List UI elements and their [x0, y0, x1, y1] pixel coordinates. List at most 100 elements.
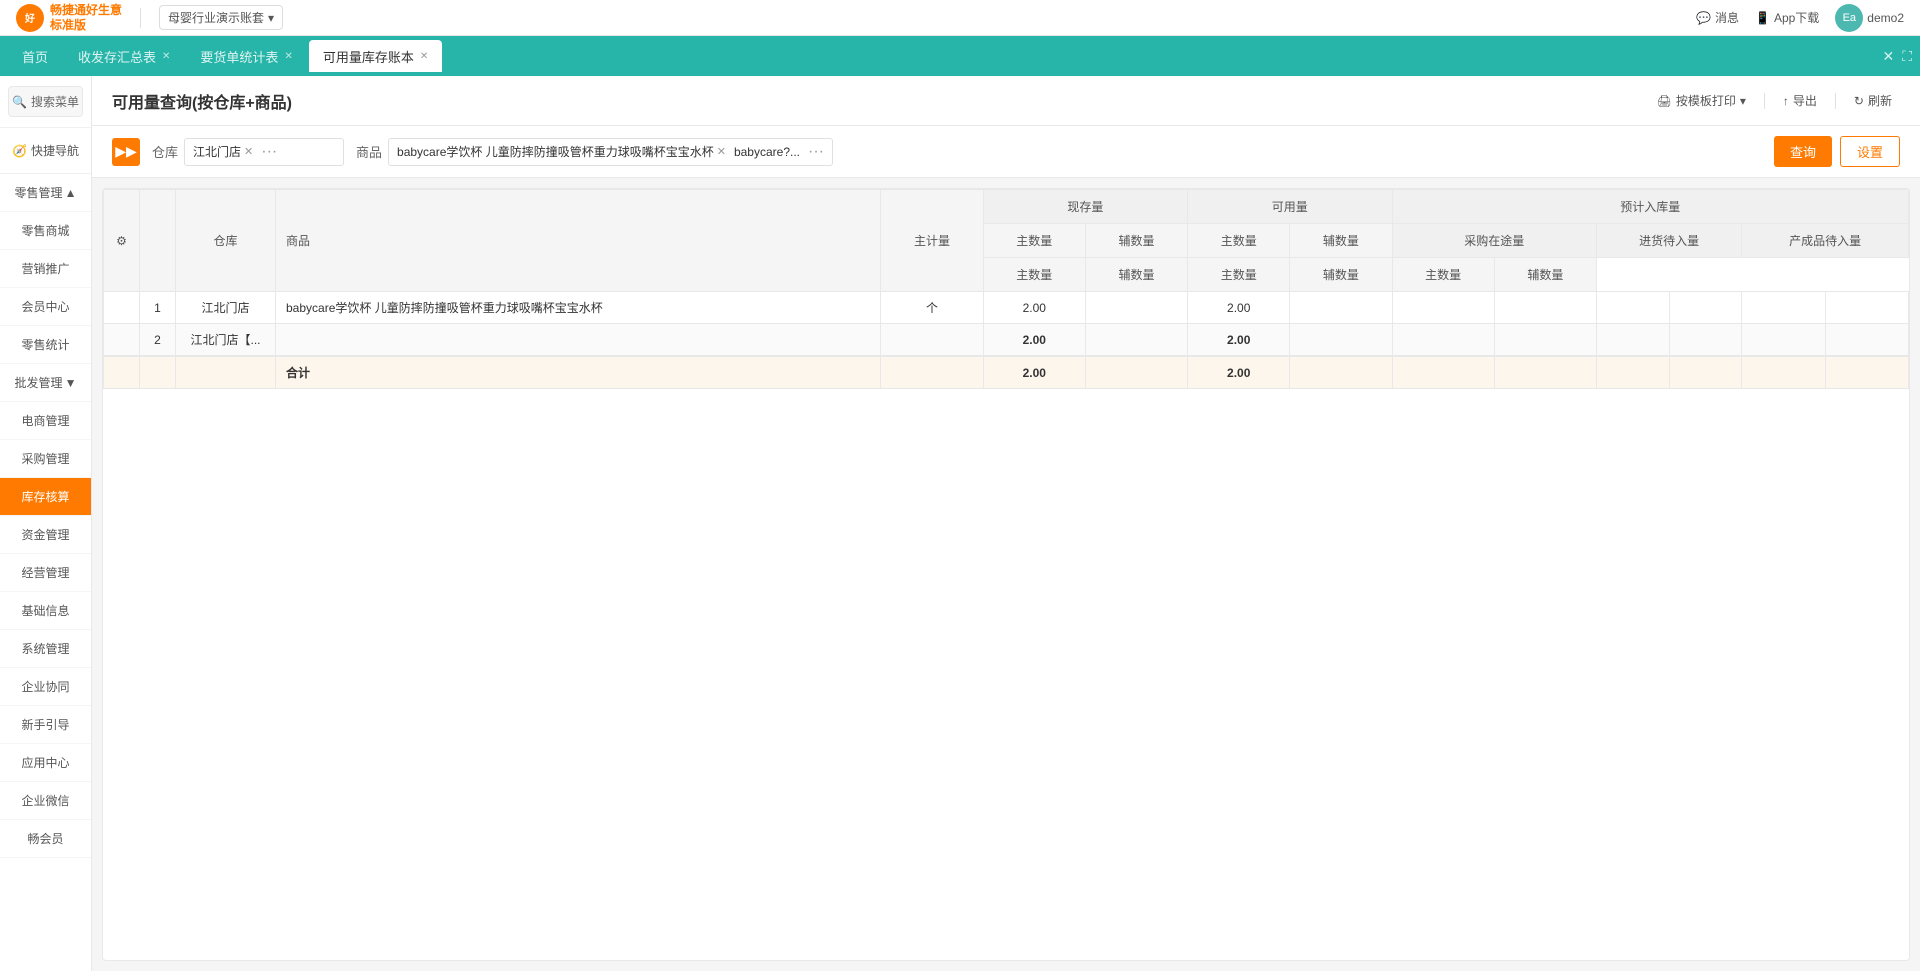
th-avail-main: 主数量 — [1188, 224, 1290, 258]
th-estimated-inbound: 预计入库量 — [1392, 190, 1908, 224]
th-inc-main: 主数量 — [1188, 258, 1290, 292]
template-print-button[interactable]: 🖨 按模板打印 ▾ — [1649, 88, 1754, 113]
page-title: 可用量查询(按仓库+商品) — [112, 89, 292, 113]
tab-close-icon[interactable]: ✕ — [162, 51, 170, 62]
td-fin-main — [1742, 292, 1825, 324]
avatar: Ea — [1835, 4, 1863, 32]
dropdown-icon: ▾ — [1740, 94, 1746, 108]
th-procurement: 采购在途量 — [1392, 224, 1596, 258]
td-fin-aux — [1825, 292, 1908, 324]
th-fin-aux: 辅数量 — [1494, 258, 1596, 292]
td-avail-main: 2.00 — [1188, 324, 1290, 357]
table-footer-row: 合计 2.00 2.00 — [104, 356, 1909, 389]
content-area: 可用量查询(按仓库+商品) 🖨 按模板打印 ▾ ↑ 导出 ↻ 刷新 — [92, 76, 1920, 971]
arrow-icon: ▼ — [65, 376, 77, 390]
td-warehouse: 江北门店 — [176, 292, 276, 324]
sidebar-item-inventory-check[interactable]: 库存核算 — [0, 478, 91, 516]
sidebar-item-member[interactable]: 畅会员 — [0, 820, 91, 858]
more-options-icon[interactable]: ··· — [808, 143, 824, 161]
td-fin-aux — [1825, 324, 1908, 357]
sidebar-item-member-center[interactable]: 会员中心 — [0, 288, 91, 326]
sidebar-item-app-center[interactable]: 应用中心 — [0, 744, 91, 782]
user-action[interactable]: Ea demo2 — [1835, 4, 1904, 32]
top-bar-right: 💬 消息 📱 App下载 Ea demo2 — [1696, 4, 1904, 32]
logo-icon: 好 — [16, 4, 44, 32]
setting-button[interactable]: 设置 — [1840, 136, 1900, 167]
page-header: 可用量查询(按仓库+商品) 🖨 按模板打印 ▾ ↑ 导出 ↻ 刷新 — [92, 76, 1920, 126]
sidebar-item-retail-shop[interactable]: 零售商城 — [0, 212, 91, 250]
sidebar-item-wholesale-mgmt[interactable]: 批发管理 ▼ — [0, 364, 91, 402]
td-inc-aux — [1669, 292, 1742, 324]
sidebar-item-purchase-mgmt[interactable]: 采购管理 — [0, 440, 91, 478]
product-input[interactable]: babycare学饮杯 儿童防摔防撞吸管杯重力球吸嘴杯宝宝水杯 ✕ babyca… — [388, 138, 833, 166]
sidebar-item-basic-info[interactable]: 基础信息 — [0, 592, 91, 630]
td-footer-avail-main: 2.00 — [1188, 356, 1290, 389]
td-fin-main — [1742, 324, 1825, 357]
close-window-btn[interactable]: ✕ — [1882, 48, 1894, 65]
tab-close-icon[interactable]: ✕ — [284, 51, 292, 62]
search-menu-button[interactable]: 🔍 搜索菜单 — [8, 86, 83, 117]
sidebar-quick-nav-area: 🧭 快捷导航 — [0, 128, 91, 174]
warehouse-input[interactable]: 江北门店 ✕ ··· — [184, 138, 344, 166]
filter-actions: 查询 设置 — [1774, 136, 1900, 167]
sidebar-item-new-guide[interactable]: 新手引导 — [0, 706, 91, 744]
tab-order-stats[interactable]: 要货单统计表 ✕ — [186, 40, 306, 72]
arrow-icon: ▲ — [65, 186, 77, 200]
sidebar-item-retail-mgmt[interactable]: 零售管理 ▲ — [0, 174, 91, 212]
table-header-row-1: ⚙ 仓库 商品 主计量 现存量 可用量 预计入库量 — [104, 190, 1909, 224]
td-main-unit: 个 — [881, 292, 983, 324]
sidebar-item-enterprise-collab[interactable]: 企业协同 — [0, 668, 91, 706]
sidebar-item-retail-stats[interactable]: 零售统计 — [0, 326, 91, 364]
th-proc-aux: 辅数量 — [1085, 258, 1187, 292]
th-main-unit: 主计量 — [881, 190, 983, 292]
sidebar-item-finance-mgmt[interactable]: 资金管理 — [0, 516, 91, 554]
search-icon: 🔍 — [12, 95, 27, 109]
td-product — [276, 324, 881, 357]
tag-close-icon[interactable]: ✕ — [717, 145, 726, 158]
table-row: 2 江北门店【... 2.00 2.00 — [104, 324, 1909, 357]
refresh-button[interactable]: ↻ 刷新 — [1846, 88, 1900, 113]
quick-nav-button[interactable]: 🧭 快捷导航 — [8, 136, 83, 165]
app-download-action[interactable]: 📱 App下载 — [1755, 9, 1819, 26]
workspace-selector[interactable]: 母婴行业演示账套 ▾ — [159, 5, 283, 30]
sidebar-item-ops-mgmt[interactable]: 经营管理 — [0, 554, 91, 592]
chevron-down-icon: ▾ — [268, 11, 274, 25]
td-inc-aux — [1669, 324, 1742, 357]
sidebar-search-area: 🔍 搜索菜单 — [0, 76, 91, 128]
window-controls: ✕ ⛶ — [1882, 48, 1912, 65]
td-inc-main — [1596, 324, 1669, 357]
table-row: 1 江北门店 babycare学饮杯 儿童防摔防撞吸管杯重力球吸嘴杯宝宝水杯 个… — [104, 292, 1909, 324]
td-no: 1 — [140, 292, 176, 324]
refresh-icon: ↻ — [1854, 94, 1864, 108]
table-footer: 合计 2.00 2.00 — [104, 356, 1909, 389]
sidebar-item-sys-mgmt[interactable]: 系统管理 — [0, 630, 91, 668]
product-filter-group: 商品 babycare学饮杯 儿童防摔防撞吸管杯重力球吸嘴杯宝宝水杯 ✕ bab… — [356, 138, 833, 166]
td-current-main: 2.00 — [983, 324, 1085, 357]
export-button[interactable]: ↑ 导出 — [1775, 88, 1825, 113]
th-product: 商品 — [276, 190, 881, 292]
td-footer-label: 合计 — [276, 356, 881, 389]
filter-toggle-button[interactable]: ▶▶ — [112, 138, 140, 166]
nav-tabs: 首页 收发存汇总表 ✕ 要货单统计表 ✕ 可用量库存账本 ✕ ✕ ⛶ — [0, 36, 1920, 76]
query-button[interactable]: 查询 — [1774, 136, 1832, 167]
print-icon: 🖨 — [1657, 94, 1672, 108]
filter-bar: ▶▶ 仓库 江北门店 ✕ ··· 商品 babycare学饮杯 儿童防摔防撞吸管… — [92, 126, 1920, 178]
td-proc-aux — [1494, 292, 1596, 324]
tab-available-inventory[interactable]: 可用量库存账本 ✕ — [309, 40, 442, 72]
sidebar-item-ecommerce-mgmt[interactable]: 电商管理 — [0, 402, 91, 440]
table-body: 1 江北门店 babycare学饮杯 儿童防摔防撞吸管杯重力球吸嘴杯宝宝水杯 个… — [104, 292, 1909, 357]
maximize-window-btn[interactable]: ⛶ — [1902, 48, 1912, 65]
tab-home[interactable]: 首页 — [8, 40, 62, 72]
tab-close-icon[interactable]: ✕ — [420, 51, 428, 62]
td-current-aux — [1085, 324, 1187, 357]
message-action[interactable]: 💬 消息 — [1696, 9, 1739, 26]
tag-close-icon[interactable]: ✕ — [244, 145, 253, 158]
divider — [140, 8, 141, 28]
message-icon: 💬 — [1696, 11, 1711, 25]
sidebar-item-enterprise-wechat[interactable]: 企业微信 — [0, 782, 91, 820]
tab-receivable-summary[interactable]: 收发存汇总表 ✕ — [64, 40, 184, 72]
more-options-icon[interactable]: ··· — [261, 143, 277, 161]
compass-icon: 🧭 — [12, 144, 27, 158]
table-area: ⚙ 仓库 商品 主计量 现存量 可用量 预计入库量 主数量 辅数量 主数量 辅数… — [102, 188, 1910, 961]
sidebar-item-marketing[interactable]: 营销推广 — [0, 250, 91, 288]
